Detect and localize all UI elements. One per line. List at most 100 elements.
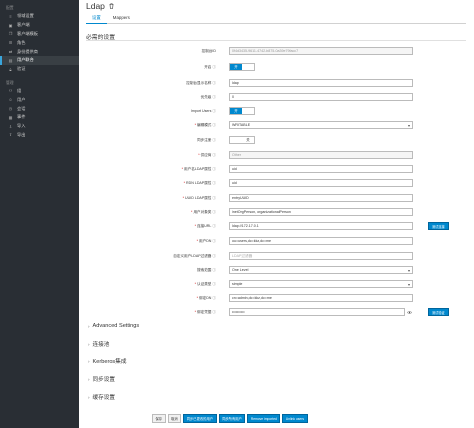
help-icon[interactable]: ⓘ bbox=[212, 210, 216, 214]
exchange-icon: ⇄ bbox=[8, 49, 13, 55]
priority-input[interactable]: 0 bbox=[229, 93, 413, 101]
help-icon[interactable]: ⓘ bbox=[212, 153, 216, 157]
search-scope-select[interactable]: One Level bbox=[229, 266, 413, 274]
import-users-toggle[interactable]: 开 bbox=[229, 107, 255, 115]
trash-icon[interactable] bbox=[109, 3, 114, 9]
row-enabled: 开启ⓘ 开 bbox=[79, 63, 474, 71]
row-custom-filter: 自定义用户LDAP过滤器ⓘ LDAP过滤器 bbox=[79, 252, 474, 260]
vendor-field[interactable]: Other bbox=[229, 151, 413, 159]
test-connection-button[interactable]: 测试连接 bbox=[428, 222, 449, 230]
help-icon[interactable]: ⓘ bbox=[212, 109, 216, 113]
remove-imported-button[interactable]: Remove imported bbox=[247, 414, 281, 423]
help-icon[interactable]: ⓘ bbox=[212, 167, 216, 171]
collapse-cache-settings[interactable]: › 缓存设置 bbox=[88, 393, 115, 402]
sidebar-item-import[interactable]: ⇩ 导入 bbox=[0, 122, 79, 131]
chevron-right-icon: › bbox=[88, 376, 90, 382]
sidebar-item-authentication[interactable]: 🔒︎ 验证 bbox=[0, 65, 79, 74]
sidebar-item-sessions[interactable]: ◷ 会话 bbox=[0, 104, 79, 113]
help-icon[interactable]: ⓘ bbox=[212, 268, 216, 272]
help-icon[interactable]: ⓘ bbox=[212, 239, 216, 243]
sync-all-users-button[interactable]: 同步所有用户 bbox=[218, 414, 246, 423]
sidebar-item-identity-providers[interactable]: ⇄ 身份提供商 bbox=[0, 47, 79, 56]
display-name-label: 控制台显示名称 bbox=[186, 81, 212, 85]
username-attr-input[interactable]: uid bbox=[229, 165, 413, 173]
sync-changed-users-button[interactable]: 同步已更改的用户 bbox=[183, 414, 217, 423]
tab-settings[interactable]: 设置 bbox=[86, 13, 107, 24]
connection-url-input[interactable]: ldap://172.17.0.1 bbox=[229, 222, 413, 230]
help-icon[interactable]: ⓘ bbox=[212, 95, 216, 99]
collapse-advanced-settings[interactable]: › Advanced Settings bbox=[88, 323, 139, 329]
help-icon[interactable]: ⓘ bbox=[212, 181, 216, 185]
row-sync-registrations: 同步注册ⓘ 关 bbox=[79, 136, 474, 144]
sidebar-item-clients[interactable]: ▣ 客户端 bbox=[0, 21, 79, 30]
collapse-sync-settings[interactable]: › 同步设置 bbox=[88, 375, 115, 384]
row-priority: 优先级ⓘ 0 bbox=[79, 93, 474, 101]
tab-mappers[interactable]: Mappers bbox=[107, 13, 136, 24]
sidebar-item-label: 领域设置 bbox=[17, 13, 34, 19]
auth-type-select[interactable]: simple bbox=[229, 280, 413, 288]
sidebar-item-events[interactable]: ▦ 事件 bbox=[0, 113, 79, 122]
sync-registrations-label: 同步注册 bbox=[197, 138, 212, 142]
save-button[interactable]: 保存 bbox=[152, 414, 166, 423]
section-divider bbox=[86, 40, 466, 41]
enabled-toggle[interactable]: 开 bbox=[229, 63, 255, 71]
list-icon: ☰ bbox=[8, 40, 13, 46]
collapse-label: Kerberos集成 bbox=[92, 359, 127, 365]
row-bind-dn: * 绑定DNⓘ cn=admin,dc=kkz,dc=me bbox=[79, 294, 474, 302]
help-icon[interactable]: ⓘ bbox=[212, 196, 216, 200]
cancel-button[interactable]: 取消 bbox=[167, 414, 182, 423]
collapse-label: Advanced Settings bbox=[92, 323, 140, 329]
copy-icon: ❐ bbox=[8, 31, 13, 37]
help-icon[interactable]: ⓘ bbox=[212, 224, 216, 228]
sidebar-item-realm-settings[interactable]: ≡ 领域设置 bbox=[0, 12, 79, 21]
users-dn-label: 用户DN bbox=[199, 239, 212, 243]
row-import-users: Import Usersⓘ 开 bbox=[79, 107, 474, 115]
test-authentication-button[interactable]: 测试验证 bbox=[428, 308, 449, 316]
collapse-kerberos[interactable]: › Kerberos集成 bbox=[88, 357, 127, 366]
row-edit-mode: * 编辑模式ⓘ WRITABLE bbox=[79, 121, 474, 129]
help-icon[interactable]: ⓘ bbox=[212, 282, 216, 286]
users-dn-input[interactable]: ou=users,dc=kkz,dc=me bbox=[229, 237, 413, 245]
sidebar-item-groups[interactable]: ⚇ 组 bbox=[0, 87, 79, 96]
row-search-scope: 搜索范围ⓘ One Level bbox=[79, 266, 474, 274]
bind-credential-input[interactable]: •••••••••• bbox=[229, 308, 405, 316]
edit-mode-select[interactable]: WRITABLE bbox=[229, 121, 413, 129]
unlink-users-button[interactable]: Unlink users bbox=[282, 414, 308, 423]
row-display-name: 控制台显示名称ⓘ ldap bbox=[79, 79, 474, 87]
help-icon[interactable]: ⓘ bbox=[212, 81, 216, 85]
rdn-attr-input[interactable]: uid bbox=[229, 179, 413, 187]
sidebar-item-label: 身份提供商 bbox=[17, 48, 38, 54]
username-attr-label: 用户名LDAP属性 bbox=[184, 167, 212, 171]
help-icon[interactable]: ⓘ bbox=[212, 138, 216, 142]
row-uuid-attr: * UUID LDAP属性ⓘ entryUUID bbox=[79, 194, 474, 202]
sidebar-item-users[interactable]: ☺ 用户 bbox=[0, 95, 79, 104]
user-object-classes-input[interactable]: inetOrgPerson, organizationalPerson bbox=[229, 208, 413, 216]
sync-registrations-toggle[interactable]: 关 bbox=[229, 136, 255, 144]
collapse-connection-pool[interactable]: › 连接池 bbox=[88, 340, 109, 349]
uuid-attr-input[interactable]: entryUUID bbox=[229, 194, 413, 202]
help-icon[interactable]: ⓘ bbox=[212, 296, 216, 300]
user-icon: ☺ bbox=[8, 97, 13, 103]
sidebar-item-roles[interactable]: ☰ 角色 bbox=[0, 38, 79, 47]
eye-icon[interactable] bbox=[407, 310, 412, 315]
bind-dn-input[interactable]: cn=admin,dc=kkz,dc=me bbox=[229, 294, 413, 302]
sidebar-item-label: 验证 bbox=[17, 66, 26, 72]
sidebar-item-user-federation[interactable]: ▤ 用户联合 bbox=[0, 55, 79, 65]
console-id-field[interactable]: 0f4d3435-9611-4742-b875-0a39e79facc7 bbox=[229, 47, 413, 55]
console-id-label: 控制台ID bbox=[201, 49, 216, 53]
sliders-icon: ≡ bbox=[9, 13, 12, 19]
row-vendor: * 供应商ⓘ Other bbox=[79, 151, 474, 159]
priority-label: 优先级 bbox=[200, 95, 212, 99]
sidebar-item-label: 用户联合 bbox=[17, 57, 34, 63]
help-icon[interactable]: ⓘ bbox=[212, 310, 216, 314]
custom-filter-input[interactable]: LDAP过滤器 bbox=[229, 252, 413, 260]
sidebar-item-client-templates[interactable]: ❐ 客户端模板 bbox=[0, 30, 79, 39]
help-icon[interactable]: ⓘ bbox=[212, 123, 216, 127]
display-name-input[interactable]: ldap bbox=[229, 79, 413, 87]
help-icon[interactable]: ⓘ bbox=[212, 65, 216, 69]
sidebar-item-export[interactable]: ⇧ 导出 bbox=[0, 131, 79, 140]
toggle-off-label: 关 bbox=[242, 137, 254, 143]
row-connection-url: * 连接URLⓘ ldap://172.17.0.1 测试连接 bbox=[79, 222, 474, 230]
help-icon[interactable]: ⓘ bbox=[212, 254, 216, 258]
export-icon: ⇧ bbox=[8, 132, 13, 138]
